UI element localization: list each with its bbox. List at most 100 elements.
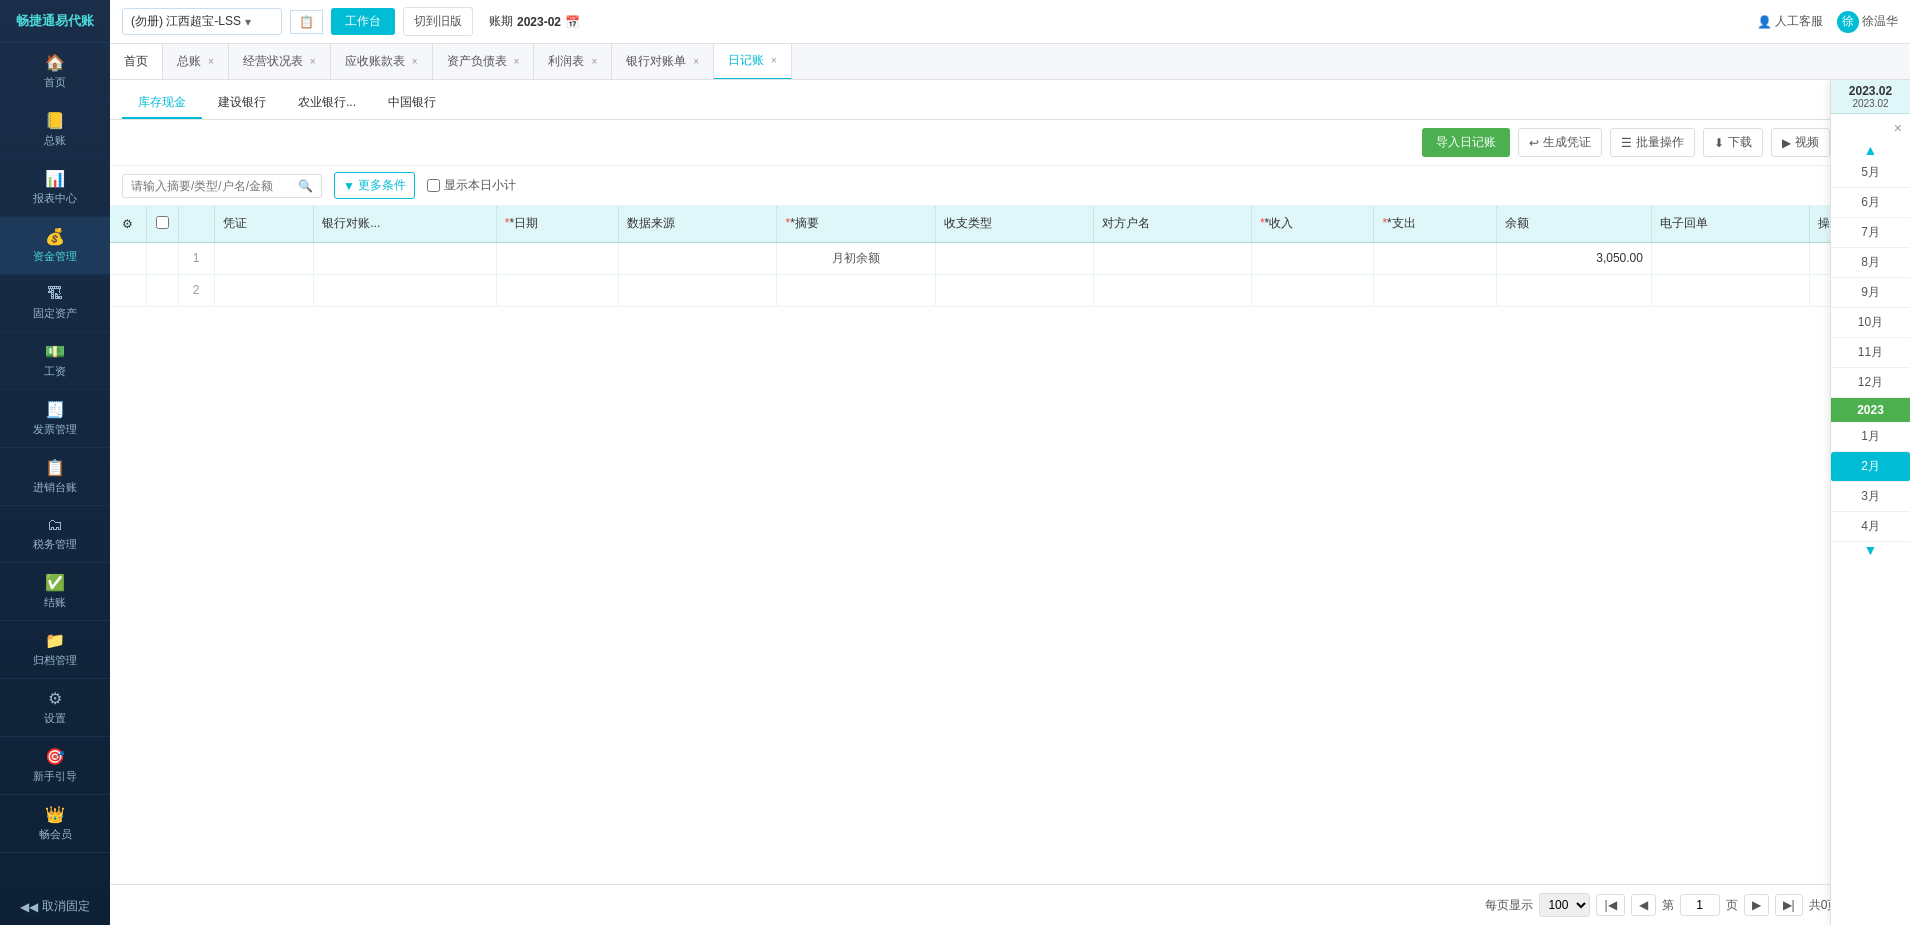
tab-diary-close[interactable]: × bbox=[771, 55, 777, 66]
batch-operation-button[interactable]: ☰ 批量操作 bbox=[1610, 128, 1695, 157]
table-header-row: ⚙ 凭证 银行对账... **日期 数据来源 **摘要 收支类型 对 bbox=[110, 206, 1910, 242]
table-wrap: ⚙ 凭证 银行对账... **日期 数据来源 **摘要 收支类型 对 bbox=[110, 206, 1910, 884]
app-logo[interactable]: 畅捷通易代账 bbox=[0, 0, 110, 43]
sidebar-item-reports[interactable]: 📊 报表中心 bbox=[0, 159, 110, 217]
user-info[interactable]: 徐 徐温华 bbox=[1837, 11, 1898, 33]
calendar-icon[interactable]: 📅 bbox=[565, 15, 580, 29]
search-icon[interactable]: 🔍 bbox=[298, 179, 313, 193]
sub-tab-boc[interactable]: 中国银行 bbox=[372, 88, 452, 119]
period-down-btn[interactable]: ▼ bbox=[1860, 542, 1882, 558]
download-button[interactable]: ⬇ 下载 bbox=[1703, 128, 1763, 157]
customer-service-btn[interactable]: 👤 人工客服 bbox=[1757, 13, 1823, 30]
period-month-12[interactable]: 12月 bbox=[1831, 368, 1910, 398]
workbench-button[interactable]: 工作台 bbox=[331, 8, 395, 35]
td-num-1: 1 bbox=[178, 242, 214, 274]
tab-ledger[interactable]: 总账 × bbox=[163, 44, 229, 80]
sidebar-item-settlement[interactable]: ✅ 结账 bbox=[0, 563, 110, 621]
period-panel-close-btn[interactable]: × bbox=[1886, 114, 1910, 142]
sidebar-item-home[interactable]: 🏠 首页 bbox=[0, 43, 110, 101]
period-month-11[interactable]: 11月 bbox=[1831, 338, 1910, 368]
tab-home-label: 首页 bbox=[124, 53, 148, 70]
tab-profit-close[interactable]: × bbox=[591, 56, 597, 67]
topbar: (勿册) 江西超宝-LSS ▾ 📋 工作台 切到旧版 账期 2023-02 📅 … bbox=[110, 0, 1910, 44]
sidebar-item-archive[interactable]: 📁 归档管理 bbox=[0, 621, 110, 679]
tab-business[interactable]: 经营状况表 × bbox=[229, 44, 331, 80]
company-selector[interactable]: (勿册) 江西超宝-LSS ▾ bbox=[122, 8, 282, 35]
vip-icon: 👑 bbox=[45, 805, 65, 824]
sidebar-item-settings[interactable]: ⚙ 设置 bbox=[0, 679, 110, 737]
sidebar-item-sales[interactable]: 📋 进销台账 bbox=[0, 448, 110, 506]
sub-tab-cash[interactable]: 库存现金 bbox=[122, 88, 202, 119]
sidebar-item-guide[interactable]: 🎯 新手引导 bbox=[0, 737, 110, 795]
td-voucher-2 bbox=[214, 274, 314, 306]
video-button[interactable]: ▶ 视频 bbox=[1771, 128, 1830, 157]
th-check[interactable] bbox=[146, 206, 178, 242]
period-month-6[interactable]: 6月 bbox=[1831, 188, 1910, 218]
sidebar-label-archive: 归档管理 bbox=[33, 653, 77, 668]
td-settings-1 bbox=[110, 242, 146, 274]
sidebar-item-vip[interactable]: 👑 畅会员 bbox=[0, 795, 110, 853]
sidebar-label-home: 首页 bbox=[44, 75, 66, 90]
period-year-2023[interactable]: 2023 bbox=[1831, 398, 1910, 422]
generate-voucher-button[interactable]: ↩ 生成凭证 bbox=[1518, 128, 1602, 157]
tab-business-close[interactable]: × bbox=[310, 56, 316, 67]
more-filters-button[interactable]: ▼ 更多条件 bbox=[334, 172, 415, 199]
content-toolbar: 导入日记账 ↩ 生成凭证 ☰ 批量操作 ⬇ 下载 ▶ 视频 bbox=[110, 120, 1910, 166]
period-month-5[interactable]: 5月 bbox=[1831, 158, 1910, 188]
th-voucher: 凭证 bbox=[214, 206, 314, 242]
period-month-10[interactable]: 10月 bbox=[1831, 308, 1910, 338]
period-month-9[interactable]: 9月 bbox=[1831, 278, 1910, 308]
sidebar-item-payroll[interactable]: 💵 工资 bbox=[0, 332, 110, 390]
show-daily-checkbox[interactable] bbox=[427, 179, 440, 192]
sub-tab-ccb[interactable]: 建设银行 bbox=[202, 88, 282, 119]
copy-button[interactable]: 📋 bbox=[290, 10, 323, 34]
filter-bar: 🔍 ▼ 更多条件 显示本日小计 拆称: 人民币 bbox=[110, 166, 1910, 206]
show-daily-label[interactable]: 显示本日小计 bbox=[427, 177, 516, 194]
tab-receivable[interactable]: 应收账款表 × bbox=[331, 44, 433, 80]
check-all-checkbox[interactable] bbox=[156, 216, 169, 229]
import-diary-button[interactable]: 导入日记账 bbox=[1422, 128, 1510, 157]
tab-bank[interactable]: 银行对账单 × bbox=[612, 44, 714, 80]
filter-icon: ▼ bbox=[343, 179, 355, 193]
period-up-btn[interactable]: ▲ bbox=[1860, 142, 1882, 158]
tab-bank-close[interactable]: × bbox=[693, 56, 699, 67]
tab-ledger-close[interactable]: × bbox=[208, 56, 214, 67]
sidebar-label-reports: 报表中心 bbox=[33, 191, 77, 206]
tab-assets-label: 资产负债表 bbox=[447, 53, 507, 70]
th-settings[interactable]: ⚙ bbox=[110, 206, 146, 242]
ledger-icon: 📒 bbox=[45, 111, 65, 130]
period-month-1[interactable]: 1月 bbox=[1831, 422, 1910, 452]
sub-tab-abc[interactable]: 农业银行... bbox=[282, 88, 372, 119]
sidebar-item-assets-mgmt[interactable]: 💰 资金管理 bbox=[0, 217, 110, 275]
period-month-3[interactable]: 3月 bbox=[1831, 482, 1910, 512]
period-label: 账期 bbox=[489, 13, 513, 30]
per-page-select[interactable]: 100 50 200 bbox=[1539, 893, 1590, 917]
period-month-7[interactable]: 7月 bbox=[1831, 218, 1910, 248]
period-month-2[interactable]: 2月 bbox=[1831, 452, 1910, 482]
page-input[interactable] bbox=[1680, 894, 1720, 916]
tab-receivable-close[interactable]: × bbox=[412, 56, 418, 67]
period-month-4[interactable]: 4月 bbox=[1831, 512, 1910, 542]
sidebar-item-ledger[interactable]: 📒 总账 bbox=[0, 101, 110, 159]
th-summary: **摘要 bbox=[777, 206, 935, 242]
sidebar-item-invoice[interactable]: 🧾 发票管理 bbox=[0, 390, 110, 448]
old-version-button[interactable]: 切到旧版 bbox=[403, 7, 473, 36]
chevron-down-icon: ▾ bbox=[245, 15, 251, 29]
topbar-right: 👤 人工客服 徐 徐温华 bbox=[1757, 11, 1898, 33]
search-input[interactable] bbox=[131, 179, 294, 193]
sidebar-item-fixed-assets[interactable]: 🏗 固定资产 bbox=[0, 275, 110, 332]
tab-assets-close[interactable]: × bbox=[514, 56, 520, 67]
next-page-btn[interactable]: ▶ bbox=[1744, 894, 1769, 916]
tab-assets[interactable]: 资产负债表 × bbox=[433, 44, 535, 80]
tab-home[interactable]: 首页 bbox=[110, 44, 163, 80]
period-month-8[interactable]: 8月 bbox=[1831, 248, 1910, 278]
tab-diary[interactable]: 日记账 × bbox=[714, 44, 792, 80]
last-page-btn[interactable]: ▶| bbox=[1775, 894, 1803, 916]
sidebar-item-tax[interactable]: 🗂 税务管理 bbox=[0, 506, 110, 563]
th-income: **收入 bbox=[1251, 206, 1374, 242]
first-page-btn[interactable]: |◀ bbox=[1596, 894, 1624, 916]
tab-profit[interactable]: 利润表 × bbox=[534, 44, 612, 80]
unpin-button[interactable]: ◀◀ 取消固定 bbox=[0, 888, 110, 925]
prev-page-btn[interactable]: ◀ bbox=[1631, 894, 1656, 916]
th-payment-type: 收支类型 bbox=[935, 206, 1093, 242]
